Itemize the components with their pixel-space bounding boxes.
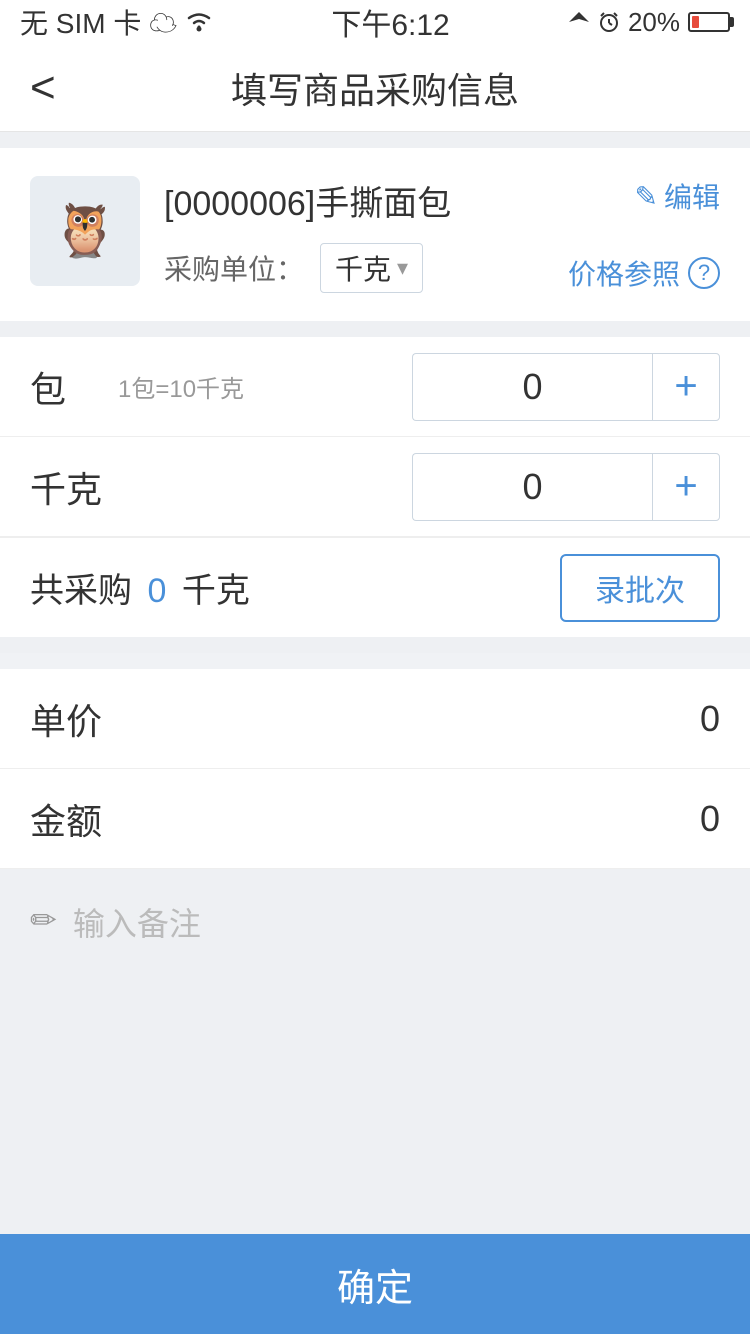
summary-prefix: 共采购 0 千克 [30,563,250,612]
summary-amount: 0 [147,572,166,610]
info-section: 单价 0 金额 0 [0,669,750,869]
summary-row: 共采购 0 千克 录批次 [0,537,750,637]
bag-sub-label: 1包=10千克 [118,369,244,404]
bag-label: 包 [30,361,110,413]
kg-plus-button[interactable]: + [652,453,720,521]
edit-button[interactable]: ✎ 编辑 [635,176,720,216]
kg-value[interactable]: 0 [412,453,652,521]
battery-icon [688,12,730,32]
unit-select[interactable]: 千克 ▾ [320,243,423,293]
back-button[interactable]: < [30,56,76,120]
summary-unit: 千克 [182,572,250,610]
mid-divider-2 [0,637,750,653]
page-title: 填写商品采购信息 [231,62,519,114]
unit-price-value: 0 [700,698,720,740]
input-section: 包 1包=10千克 0 + 千克 0 + [0,337,750,537]
pencil-icon: ✏ [30,901,57,939]
edit-icon: ✎ [635,180,658,213]
remark-section[interactable]: ✏ 输入备注 [0,869,750,989]
confirm-button[interactable]: 确定 [0,1234,750,1334]
batch-button[interactable]: 录批次 [560,554,720,622]
battery-percent: 20% [628,7,680,38]
kg-input-wrap: 0 + [412,453,720,521]
bag-input-wrap: 0 + [412,353,720,421]
status-time: 下午6:12 [331,0,449,44]
bag-value[interactable]: 0 [412,353,652,421]
location-icon [568,11,590,33]
amount-value: 0 [700,798,720,840]
status-bar: 无 SIM 卡 ☁ 下午6:12 20% [0,0,750,44]
content-spacer [0,989,750,1269]
wifi-icon [185,11,213,33]
price-ref-label: 价格参照 [568,253,680,293]
product-thumbnail: 🦉 [30,176,140,286]
kg-input-row: 千克 0 + [0,437,750,537]
product-card: 🦉 [0000006]手撕面包 采购单位： 千克 ▾ ✎ 编辑 价格参照 ? [0,148,750,321]
unit-price-row: 单价 0 [0,669,750,769]
product-thumb-icon: 🦉 [53,205,118,257]
no-sim-text: 无 SIM 卡 ☁ [20,2,177,42]
amount-label: 金额 [30,793,102,845]
unit-value: 千克 [335,248,391,288]
top-divider [0,132,750,148]
kg-label: 千克 [30,461,110,513]
bag-input-row: 包 1包=10千克 0 + [0,337,750,437]
price-ref-button[interactable]: 价格参照 ? [568,253,720,293]
unit-price-label: 单价 [30,693,102,745]
unit-label: 采购单位： [164,248,304,288]
status-right: 20% [568,7,730,38]
edit-label: 编辑 [664,176,720,216]
chevron-down-icon: ▾ [397,255,408,281]
remark-placeholder: 输入备注 [73,899,201,945]
bag-plus-button[interactable]: + [652,353,720,421]
mid-divider-1 [0,321,750,337]
amount-row: 金额 0 [0,769,750,869]
status-left: 无 SIM 卡 ☁ [20,2,213,42]
alarm-icon [598,11,620,33]
help-icon[interactable]: ? [688,257,720,289]
nav-bar: < 填写商品采购信息 [0,44,750,132]
